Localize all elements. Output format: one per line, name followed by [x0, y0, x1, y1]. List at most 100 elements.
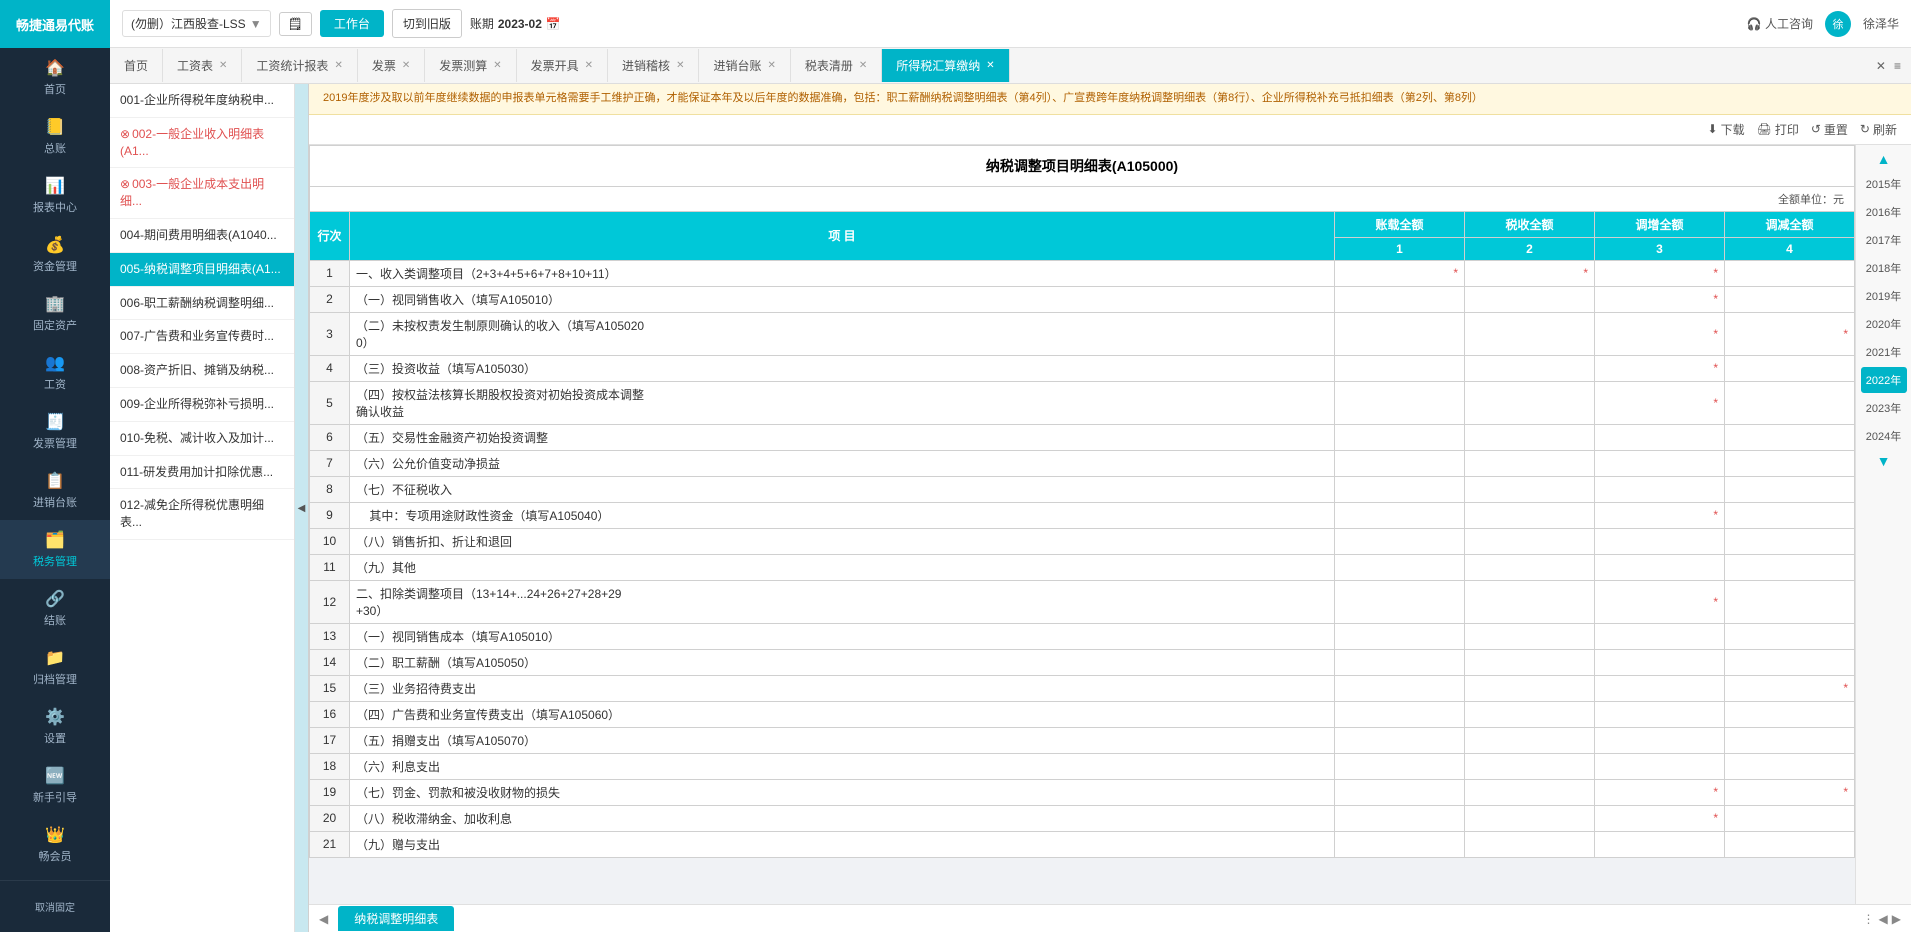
workbench-button[interactable]: 工作台 — [320, 10, 384, 37]
close-all-icon[interactable]: ✕ — [1876, 59, 1886, 73]
tab-ledger[interactable]: 进销台账✕ — [699, 49, 790, 82]
close-icon[interactable]: ✕ — [402, 60, 410, 71]
tab-tax-list[interactable]: 税表清册✕ — [791, 49, 882, 82]
left-item-005[interactable]: 005-纳税调整项目明细表(A1... — [110, 253, 294, 287]
year-up-button[interactable]: ▲ — [1875, 149, 1893, 169]
cell-v1[interactable] — [1335, 450, 1465, 476]
year-2023[interactable]: 2023年 — [1861, 395, 1907, 421]
close-icon[interactable]: ✕ — [767, 60, 775, 71]
close-icon[interactable]: ✕ — [493, 60, 501, 71]
cell-v2[interactable] — [1465, 649, 1595, 675]
close-icon[interactable]: ✕ — [986, 60, 994, 71]
cell-v3[interactable]: * — [1595, 381, 1725, 424]
cell-v2[interactable] — [1465, 580, 1595, 623]
unpin-button[interactable]: 取消固定 — [0, 889, 110, 924]
cell-v1[interactable] — [1335, 580, 1465, 623]
cell-v1[interactable] — [1335, 502, 1465, 528]
cell-v1[interactable] — [1335, 476, 1465, 502]
print-button[interactable]: 🖨 打印 — [1757, 121, 1799, 138]
cell-v4[interactable]: * — [1725, 312, 1855, 355]
cell-v2[interactable] — [1465, 502, 1595, 528]
sidebar-item-ledger[interactable]: 📒 总账 — [0, 107, 110, 166]
cell-v2[interactable] — [1465, 424, 1595, 450]
cell-v3[interactable] — [1595, 528, 1725, 554]
close-icon[interactable]: ✕ — [585, 60, 593, 71]
close-icon[interactable]: ✕ — [219, 60, 227, 71]
cell-v3[interactable]: * — [1595, 260, 1725, 286]
cell-v1[interactable] — [1335, 355, 1465, 381]
cell-v2[interactable] — [1465, 805, 1595, 831]
more-tabs-icon[interactable]: ≡ — [1894, 59, 1901, 73]
cell-v1[interactable] — [1335, 528, 1465, 554]
sidebar-item-reports[interactable]: 📊 报表中心 — [0, 166, 110, 225]
cell-v4[interactable]: * — [1725, 779, 1855, 805]
company-selector[interactable]: (勿删）江西股查-LSS ▼ — [122, 10, 271, 37]
copy-button[interactable]: 🗒 — [279, 12, 312, 36]
cell-v4[interactable] — [1725, 381, 1855, 424]
cell-v1[interactable] — [1335, 805, 1465, 831]
cell-v4[interactable] — [1725, 528, 1855, 554]
cell-v3[interactable] — [1595, 675, 1725, 701]
sidebar-item-close[interactable]: 🔗 结账 — [0, 579, 110, 638]
cell-v4[interactable] — [1725, 580, 1855, 623]
cell-v3[interactable] — [1595, 831, 1725, 857]
cell-v3[interactable] — [1595, 753, 1725, 779]
cell-v1[interactable] — [1335, 701, 1465, 727]
cell-v2[interactable] — [1465, 286, 1595, 312]
table-scroll[interactable]: 纳税调整项目明细表(A105000) 全额单位：元 行次 项 目 账载全额 税收… — [309, 145, 1855, 904]
cell-v2[interactable] — [1465, 623, 1595, 649]
left-item-011[interactable]: 011-研发费用加计扣除优惠... — [110, 456, 294, 490]
cell-v3[interactable] — [1595, 623, 1725, 649]
cell-v2[interactable] — [1465, 727, 1595, 753]
cell-v3[interactable]: * — [1595, 580, 1725, 623]
cell-v1[interactable] — [1335, 727, 1465, 753]
sidebar-item-purchase[interactable]: 📋 进销台账 — [0, 461, 110, 520]
cell-v2[interactable] — [1465, 831, 1595, 857]
cell-v1[interactable] — [1335, 779, 1465, 805]
refresh-button[interactable]: ↻ 刷新 — [1860, 121, 1897, 138]
oldver-button[interactable]: 切到旧版 — [392, 9, 462, 38]
left-item-009[interactable]: 009-企业所得税弥补亏损明... — [110, 388, 294, 422]
left-item-001[interactable]: 001-企业所得税年度纳税申... — [110, 84, 294, 118]
cell-v3[interactable]: * — [1595, 312, 1725, 355]
collapse-button[interactable]: ◀ — [295, 84, 309, 932]
cell-v4[interactable] — [1725, 623, 1855, 649]
year-down-button[interactable]: ▼ — [1875, 451, 1893, 471]
cell-v4[interactable] — [1725, 727, 1855, 753]
cell-v2[interactable] — [1465, 779, 1595, 805]
cell-v1[interactable] — [1335, 286, 1465, 312]
cell-v3[interactable]: * — [1595, 502, 1725, 528]
cell-v3[interactable] — [1595, 649, 1725, 675]
cell-v2[interactable] — [1465, 381, 1595, 424]
left-item-002[interactable]: ⊗002-一般企业收入明细表(A1... — [110, 118, 294, 169]
cell-v4[interactable] — [1725, 260, 1855, 286]
cell-v2[interactable] — [1465, 753, 1595, 779]
cell-v4[interactable] — [1725, 753, 1855, 779]
cell-v4[interactable] — [1725, 450, 1855, 476]
left-item-003[interactable]: ⊗003-一般企业成本支出明细... — [110, 168, 294, 219]
cell-v1[interactable]: * — [1335, 260, 1465, 286]
reset-button[interactable]: ↺ 重置 — [1811, 121, 1848, 138]
cell-v2[interactable] — [1465, 450, 1595, 476]
tab-home[interactable]: 首页 — [110, 49, 163, 82]
cell-v3[interactable]: * — [1595, 779, 1725, 805]
cell-v4[interactable] — [1725, 424, 1855, 450]
cell-v3[interactable]: * — [1595, 355, 1725, 381]
nav-left-icon[interactable]: ◀ — [319, 912, 328, 926]
cell-v4[interactable] — [1725, 649, 1855, 675]
cell-v1[interactable] — [1335, 424, 1465, 450]
tab-income-tax[interactable]: 所得税汇算缴纳✕ — [882, 49, 1009, 82]
tab-invoice-open[interactable]: 发票开具✕ — [517, 49, 608, 82]
year-2021[interactable]: 2021年 — [1861, 339, 1907, 365]
cell-v4[interactable] — [1725, 805, 1855, 831]
year-2018[interactable]: 2018年 — [1861, 255, 1907, 281]
left-item-007[interactable]: 007-广告费和业务宣传费时... — [110, 320, 294, 354]
close-icon[interactable]: ✕ — [859, 60, 867, 71]
year-2019[interactable]: 2019年 — [1861, 283, 1907, 309]
cell-v4[interactable] — [1725, 355, 1855, 381]
sidebar-item-settings[interactable]: ⚙️ 设置 — [0, 697, 110, 756]
cell-v3[interactable] — [1595, 450, 1725, 476]
sidebar-item-tax[interactable]: 🗂️ 税务管理 — [0, 520, 110, 579]
cell-v3[interactable]: * — [1595, 805, 1725, 831]
tab-payroll-stats[interactable]: 工资统计报表✕ — [242, 49, 357, 82]
